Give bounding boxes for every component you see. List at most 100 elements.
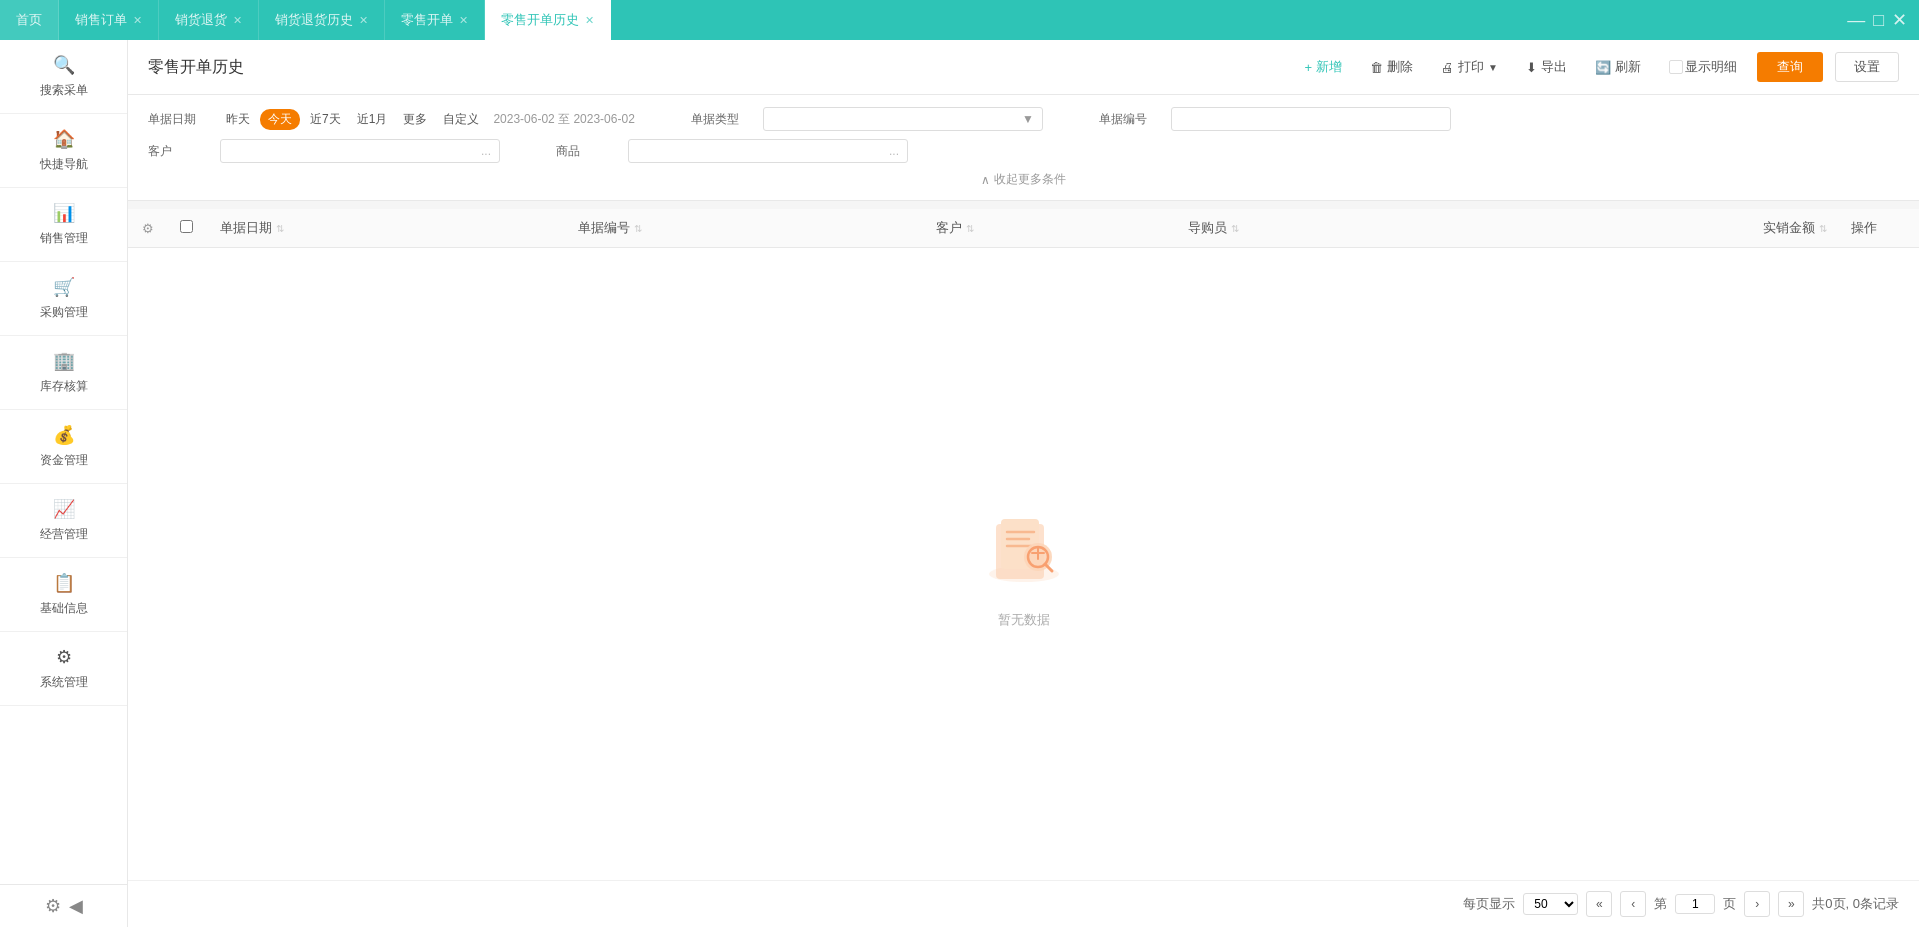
per-page-select[interactable]: 50 10 20 100 — [1523, 893, 1578, 915]
table-area: ⚙ 单据日期 ⇅ 单据编号 ⇅ — [128, 209, 1919, 927]
add-button[interactable]: + 新增 — [1297, 54, 1351, 80]
toolbar: + 新增 🗑 删除 🖨 打印 ▼ ⬇ 导出 🔄 刷 — [1297, 52, 1900, 82]
window-close-icon[interactable]: ✕ — [1892, 9, 1907, 31]
sidebar-item-finance[interactable]: 💰 资金管理 — [0, 410, 127, 484]
refresh-button[interactable]: 🔄 刷新 — [1587, 54, 1649, 80]
basic-info-icon: 📋 — [53, 572, 75, 594]
sales-icon: 📊 — [53, 202, 75, 224]
query-button[interactable]: 查询 — [1757, 52, 1823, 82]
settings-icon-bottom[interactable]: ⚙ — [45, 895, 61, 917]
export-icon: ⬇ — [1526, 60, 1537, 75]
sort-customer-icon[interactable]: ⇅ — [966, 223, 974, 234]
checkbox-all-col — [168, 209, 208, 248]
tab-sales-return[interactable]: 销货退货 ✕ — [159, 0, 259, 40]
inventory-icon: 🏢 — [53, 350, 75, 372]
first-page-icon: « — [1596, 897, 1603, 911]
sidebar-item-sales-mgmt[interactable]: 📊 销售管理 — [0, 188, 127, 262]
customer-dots-icon[interactable]: ... — [481, 144, 491, 158]
next-page-button[interactable]: › — [1744, 891, 1770, 917]
date-btn-custom[interactable]: 自定义 — [437, 109, 485, 130]
first-page-button[interactable]: « — [1586, 891, 1612, 917]
sidebar-item-purchase-mgmt[interactable]: 🛒 采购管理 — [0, 262, 127, 336]
add-icon: + — [1305, 60, 1313, 75]
col-no: 单据编号 ⇅ — [566, 209, 924, 248]
finance-icon: 💰 — [53, 424, 75, 446]
sidebar-item-search-purchase[interactable]: 🔍 搜索采单 — [0, 40, 127, 114]
tab-sales-return-history[interactable]: 销货退货历史 ✕ — [259, 0, 385, 40]
date-buttons: 昨天 今天 近7天 近1月 更多 自定义 2023-06-02 至 2023-0… — [220, 109, 635, 130]
empty-area: 暂无数据 — [128, 248, 1919, 880]
date-btn-more[interactable]: 更多 — [397, 109, 433, 130]
tab-home[interactable]: 首页 — [0, 0, 59, 40]
tab-sales-order[interactable]: 销售订单 ✕ — [59, 0, 159, 40]
date-btn-today[interactable]: 今天 — [260, 109, 300, 130]
minimize-icon[interactable]: — — [1847, 10, 1865, 31]
last-page-button[interactable]: » — [1778, 891, 1804, 917]
sort-amount-icon[interactable]: ⇅ — [1819, 223, 1827, 234]
sidebar-item-quick-nav[interactable]: 🏠 快捷导航 — [0, 114, 127, 188]
display-detail-checkbox[interactable] — [1669, 60, 1683, 74]
system-icon: ⚙ — [56, 646, 72, 668]
checkbox-header: ⚙ — [128, 209, 168, 248]
maximize-icon[interactable]: □ — [1873, 10, 1884, 31]
col-date: 单据日期 ⇅ — [208, 209, 566, 248]
date-btn-7days[interactable]: 近7天 — [304, 109, 347, 130]
home-icon: 🏠 — [53, 128, 75, 150]
last-page-icon: » — [1788, 897, 1795, 911]
main-layout: 🔍 搜索采单 🏠 快捷导航 📊 销售管理 🛒 采购管理 🏢 库存核算 💰 资金管… — [0, 40, 1919, 927]
collapse-sidebar-icon[interactable]: ◀ — [69, 895, 83, 917]
sort-date-icon[interactable]: ⇅ — [276, 223, 284, 234]
doc-type-select[interactable]: ▼ — [763, 107, 1043, 131]
content-area: 零售开单历史 + 新增 🗑 删除 🖨 打印 ▼ ⬇ 导出 — [128, 40, 1919, 927]
export-button[interactable]: ⬇ 导出 — [1518, 54, 1575, 80]
prev-page-icon: ‹ — [1631, 897, 1635, 911]
date-btn-yesterday[interactable]: 昨天 — [220, 109, 256, 130]
refresh-icon: 🔄 — [1595, 60, 1611, 75]
next-page-icon: › — [1755, 897, 1759, 911]
close-sales-return-history-icon[interactable]: ✕ — [359, 14, 368, 27]
close-sales-order-icon[interactable]: ✕ — [133, 14, 142, 27]
sidebar-item-basic-info[interactable]: 📋 基础信息 — [0, 558, 127, 632]
table-header-row: ⚙ 单据日期 ⇅ 单据编号 ⇅ — [128, 209, 1919, 248]
doc-type-arrow-icon: ▼ — [1022, 112, 1034, 126]
data-table: ⚙ 单据日期 ⇅ 单据编号 ⇅ — [128, 209, 1919, 248]
prev-page-button[interactable]: ‹ — [1620, 891, 1646, 917]
settings-col-icon[interactable]: ⚙ — [142, 221, 154, 236]
sort-no-icon[interactable]: ⇅ — [634, 223, 642, 234]
sort-guide-icon[interactable]: ⇅ — [1231, 223, 1239, 234]
select-all-checkbox[interactable] — [180, 220, 193, 233]
close-sales-return-icon[interactable]: ✕ — [233, 14, 242, 27]
settings-button[interactable]: 设置 — [1835, 52, 1899, 82]
pagination: 每页显示 50 10 20 100 « ‹ 第 页 › — [128, 880, 1919, 927]
purchase-icon: 🛒 — [53, 276, 75, 298]
col-amount: 实销金额 ⇅ — [1481, 209, 1839, 248]
sidebar-item-operations[interactable]: 📈 经营管理 — [0, 484, 127, 558]
page-number-input[interactable] — [1675, 894, 1715, 914]
per-page-label: 每页显示 — [1463, 895, 1515, 913]
total-info: 共0页, 0条记录 — [1812, 895, 1899, 913]
tab-retail-open[interactable]: 零售开单 ✕ — [385, 0, 485, 40]
filter-row-2: 客户 ... 商品 ... — [148, 139, 1899, 163]
collapse-up-icon: ∧ — [981, 173, 990, 187]
goods-dots-icon[interactable]: ... — [889, 144, 899, 158]
collapse-btn[interactable]: ∧ 收起更多条件 — [148, 171, 1899, 188]
tab-retail-open-history[interactable]: 零售开单历史 ✕ — [485, 0, 611, 40]
sidebar-item-inventory[interactable]: 🏢 库存核算 — [0, 336, 127, 410]
date-btn-1month[interactable]: 近1月 — [351, 109, 394, 130]
sidebar-item-system[interactable]: ⚙ 系统管理 — [0, 632, 127, 706]
close-retail-open-history-icon[interactable]: ✕ — [585, 14, 594, 27]
window-controls: — □ ✕ — [1847, 9, 1919, 31]
print-button[interactable]: 🖨 打印 ▼ — [1433, 54, 1506, 80]
date-label: 单据日期 — [148, 111, 204, 128]
empty-illustration — [974, 499, 1074, 599]
doc-no-input[interactable] — [1171, 107, 1451, 131]
delete-button[interactable]: 🗑 删除 — [1362, 54, 1421, 80]
display-detail-button[interactable]: 显示明细 — [1661, 54, 1745, 80]
page-label: 第 — [1654, 895, 1667, 913]
page-title: 零售开单历史 — [148, 57, 244, 78]
sidebar: 🔍 搜索采单 🏠 快捷导航 📊 销售管理 🛒 采购管理 🏢 库存核算 💰 资金管… — [0, 40, 128, 927]
top-tab-bar: 首页 销售订单 ✕ 销货退货 ✕ 销货退货历史 ✕ 零售开单 ✕ 零售开单历史 … — [0, 0, 1919, 40]
page-header: 零售开单历史 + 新增 🗑 删除 🖨 打印 ▼ ⬇ 导出 — [128, 40, 1919, 95]
print-icon: 🖨 — [1441, 60, 1454, 75]
close-retail-open-icon[interactable]: ✕ — [459, 14, 468, 27]
